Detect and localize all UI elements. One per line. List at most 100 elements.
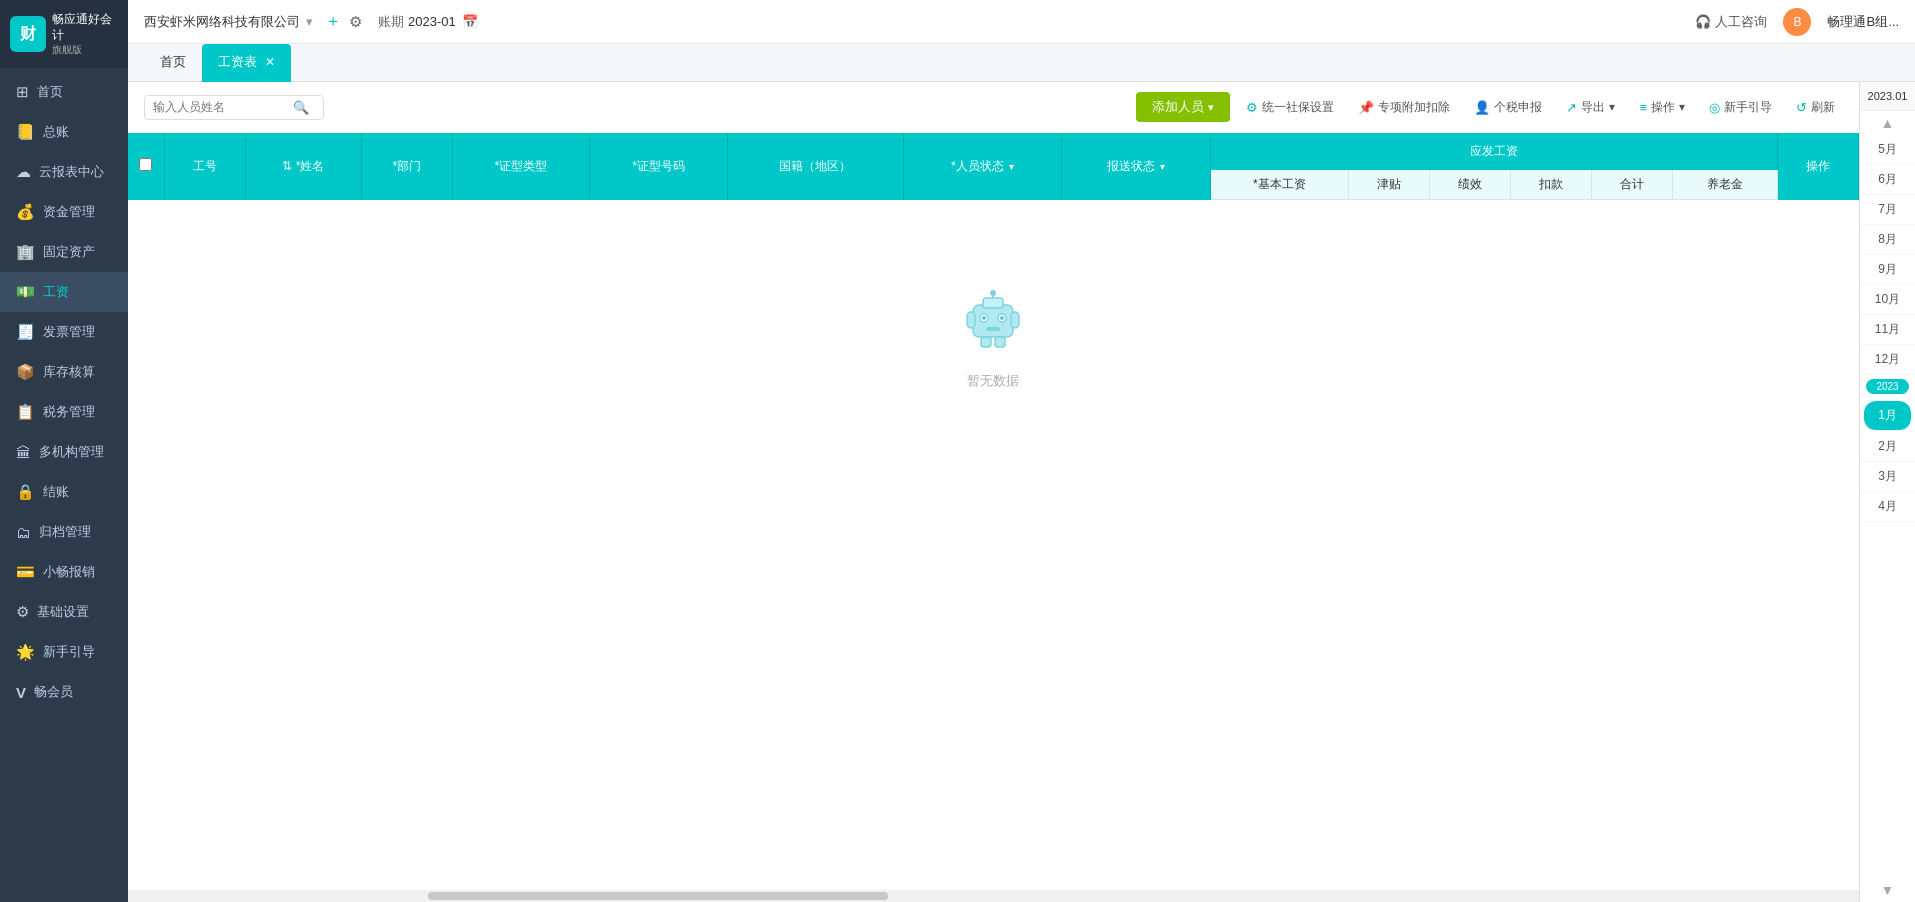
sidebar-item-inventory[interactable]: 📦 库存核算: [0, 352, 128, 392]
human-service-button[interactable]: 🎧 人工咨询: [1695, 13, 1767, 31]
sidebar-item-cloud-report[interactable]: ☁ 云报表中心: [0, 152, 128, 192]
total-header: 合计: [1591, 170, 1672, 200]
table-container: 工号 ⇅ *姓名 *部门 *证型类型: [128, 133, 1859, 890]
scrollbar-thumb[interactable]: [428, 892, 888, 900]
month-item-prev-8[interactable]: 8月: [1860, 225, 1915, 255]
svg-rect-8: [986, 327, 1000, 331]
header-right: 🎧 人工咨询 B 畅理通B组...: [1695, 8, 1899, 36]
svg-rect-1: [983, 298, 1003, 308]
month-item-prev-11[interactable]: 11月: [1860, 315, 1915, 345]
sidebar-item-closing[interactable]: 🔒 结账: [0, 472, 128, 512]
special-deduct-action[interactable]: 📌 专项附加扣除: [1350, 95, 1458, 120]
pension-header: 养老金: [1673, 170, 1778, 200]
month-item-2023-3[interactable]: 3月: [1860, 462, 1915, 492]
guide-action[interactable]: ◎ 新手引导: [1701, 95, 1780, 120]
tab-home[interactable]: 首页: [144, 44, 202, 82]
month-item-2023-4[interactable]: 4月: [1860, 492, 1915, 522]
export-action[interactable]: ↗ 导出 ▾: [1558, 95, 1623, 120]
logo[interactable]: 财 畅应通好会计 旗舰版: [0, 0, 128, 68]
checkbox-header[interactable]: [128, 133, 164, 200]
logo-text: 畅应通好会计 旗舰版: [52, 12, 118, 56]
sidebar-item-fixed-assets[interactable]: 🏢 固定资产: [0, 232, 128, 272]
sidebar-item-ledger[interactable]: 📒 总账: [0, 112, 128, 152]
company-selector[interactable]: 西安虾米网络科技有限公司 ▾: [144, 13, 313, 31]
sidebar-item-tax[interactable]: 📋 税务管理: [0, 392, 128, 432]
inventory-icon: 📦: [16, 363, 35, 381]
month-item-2023-1[interactable]: 1月: [1864, 401, 1911, 431]
empty-state-row: 暂无数据: [128, 200, 1859, 471]
tab-payroll-table[interactable]: 工资表 ✕: [202, 44, 291, 82]
sidebar-item-home[interactable]: ⊞ 首页: [0, 72, 128, 112]
sidebar-item-fund[interactable]: 💰 资金管理: [0, 192, 128, 232]
add-person-button[interactable]: 添加人员 ▾: [1136, 92, 1230, 122]
add-company-button[interactable]: ＋: [325, 11, 341, 32]
tab-close-button[interactable]: ✕: [265, 55, 275, 69]
top-header: 西安虾米网络科技有限公司 ▾ ＋ ⚙ 账期 2023-01 📅 🎧 人工咨询 B…: [128, 0, 1915, 44]
refresh-action[interactable]: ↺ 刷新: [1788, 95, 1843, 120]
search-icon[interactable]: 🔍: [293, 100, 309, 115]
tax-icon: 📋: [16, 403, 35, 421]
calendar-icon[interactable]: 📅: [462, 14, 478, 29]
year-badge-2023: 2023: [1860, 375, 1915, 400]
empty-state: 暂无数据: [128, 200, 1859, 470]
tax-report-action[interactable]: 👤 个税申报: [1466, 95, 1550, 120]
user-name[interactable]: 畅理通B组...: [1827, 13, 1899, 31]
member-icon: V: [16, 684, 26, 701]
sidebar-item-settings[interactable]: ⚙ 基础设置: [0, 592, 128, 632]
emp-status-header[interactable]: *人员状态 ▾: [903, 133, 1061, 200]
id-type-header: *证型类型: [452, 133, 590, 200]
search-box: 🔍: [144, 95, 324, 120]
export-icon: ↗: [1566, 100, 1577, 115]
deductions-header: 扣款: [1510, 170, 1591, 200]
emp-no-header: 工号: [164, 133, 245, 200]
guide-action-icon: ◎: [1709, 100, 1720, 115]
company-settings-button[interactable]: ⚙: [349, 13, 362, 31]
company-name: 西安虾米网络科技有限公司: [144, 13, 300, 31]
month-item-prev-5[interactable]: 5月: [1860, 135, 1915, 165]
month-item-prev-12[interactable]: 12月: [1860, 345, 1915, 375]
sidebar-item-payroll[interactable]: 💵 工资: [0, 272, 128, 312]
bottom-scrollbar[interactable]: [128, 890, 1859, 902]
payroll-items-header: 应发工资: [1211, 133, 1778, 170]
fund-icon: 💰: [16, 203, 35, 221]
toolbar: 🔍 添加人员 ▾ ⚙ 统一社保设置 📌 专项附加扣除 👤 个税申报: [128, 82, 1859, 133]
panel-up-button[interactable]: ▲: [1860, 111, 1915, 135]
sidebar-item-expense[interactable]: 💳 小畅报销: [0, 552, 128, 592]
headset-icon: 🎧: [1695, 14, 1711, 29]
closing-icon: 🔒: [16, 483, 35, 501]
company-dropdown-icon[interactable]: ▾: [306, 14, 313, 29]
month-item-prev-10[interactable]: 10月: [1860, 285, 1915, 315]
empty-robot-icon: [953, 280, 1033, 360]
sidebar-item-multi-org[interactable]: 🏛 多机构管理: [0, 432, 128, 472]
panel-header: 2023.01: [1860, 82, 1915, 111]
month-item-prev-7[interactable]: 7月: [1860, 195, 1915, 225]
nationality-header: 国籍（地区）: [727, 133, 903, 200]
period-value: 2023-01: [408, 14, 456, 29]
id-no-header: *证型号码: [590, 133, 728, 200]
social-security-action[interactable]: ⚙ 统一社保设置: [1238, 95, 1342, 120]
invoice-icon: 🧾: [16, 323, 35, 341]
emp-status-filter-icon[interactable]: ▾: [1009, 161, 1014, 172]
operations-action[interactable]: ≡ 操作 ▾: [1631, 95, 1693, 120]
sidebar-item-invoice[interactable]: 🧾 发票管理: [0, 312, 128, 352]
search-input[interactable]: [153, 100, 293, 114]
allowance-header: 津贴: [1348, 170, 1429, 200]
tax-report-icon: 👤: [1474, 100, 1490, 115]
select-all-checkbox[interactable]: [139, 158, 152, 171]
svg-point-7: [1000, 316, 1004, 320]
month-item-prev-6[interactable]: 6月: [1860, 165, 1915, 195]
dept-header: *部门: [362, 133, 452, 200]
sidebar-item-member[interactable]: V 畅会员: [0, 672, 128, 712]
panel-down-button[interactable]: ▼: [1860, 878, 1915, 902]
user-avatar[interactable]: B: [1783, 8, 1811, 36]
home-icon: ⊞: [16, 83, 29, 101]
report-status-filter-icon[interactable]: ▾: [1160, 161, 1165, 172]
month-item-prev-9[interactable]: 9月: [1860, 255, 1915, 285]
payroll-icon: 💵: [16, 283, 35, 301]
report-status-header[interactable]: 报送状态 ▾: [1062, 133, 1211, 200]
sidebar-item-archive[interactable]: 🗂 归档管理: [0, 512, 128, 552]
sidebar-item-guide[interactable]: 🌟 新手引导: [0, 632, 128, 672]
table-header-row1: 工号 ⇅ *姓名 *部门 *证型类型: [128, 133, 1859, 170]
month-item-2023-2[interactable]: 2月: [1860, 432, 1915, 462]
name-header[interactable]: ⇅ *姓名: [245, 133, 362, 200]
